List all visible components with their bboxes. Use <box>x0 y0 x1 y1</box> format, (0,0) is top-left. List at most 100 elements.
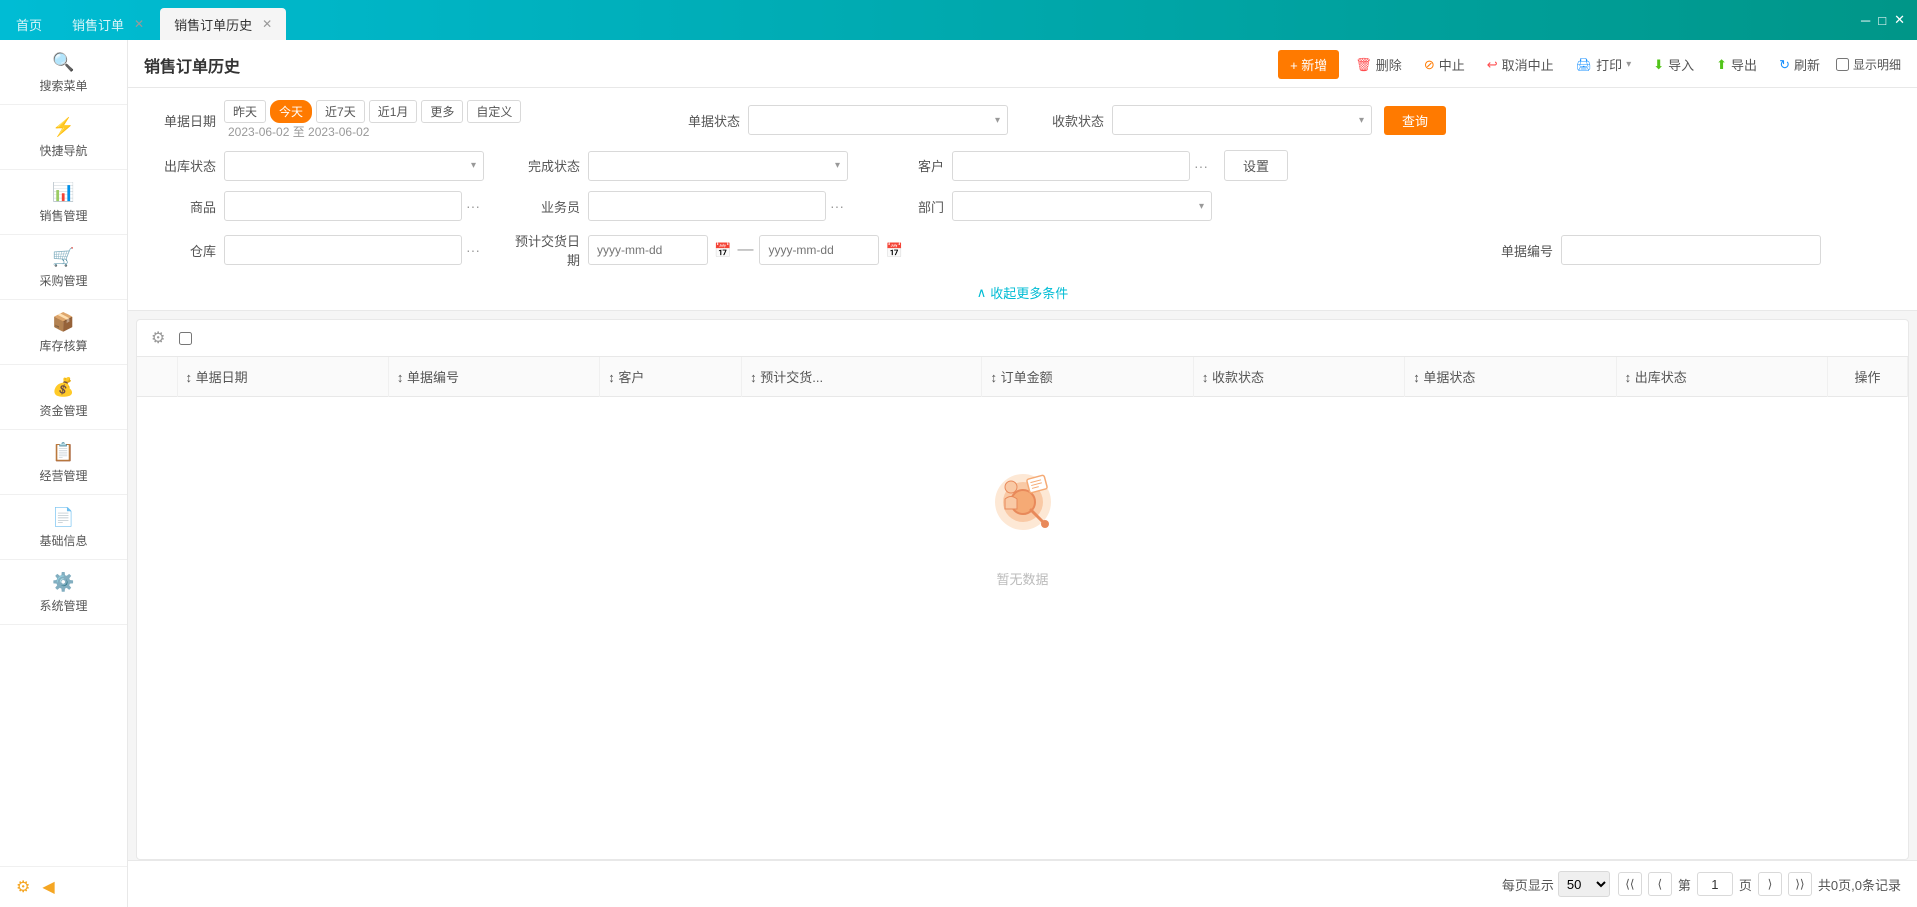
expected-delivery-end-calendar-icon[interactable]: 📅 <box>885 242 902 259</box>
import-button[interactable]: ⬇ 导入 <box>1647 51 1700 78</box>
dept-select[interactable] <box>952 191 1212 221</box>
sidebar-item-quick-nav[interactable]: ⚡ 快捷导航 <box>0 105 127 170</box>
sidebar-collapse-icon[interactable]: ◀ <box>42 877 54 897</box>
bill-number-input[interactable] <box>1561 235 1821 265</box>
tab-sales-order-history-close[interactable]: ✕ <box>262 17 272 31</box>
product-input[interactable] <box>224 191 462 221</box>
warehouse-label: 仓库 <box>144 241 224 260</box>
sidebar-item-sys-mgmt[interactable]: ⚙️ 系统管理 <box>0 560 127 625</box>
warehouse-input[interactable] <box>224 235 462 265</box>
sales-mgmt-icon: 📊 <box>52 182 74 203</box>
sidebar-item-sales-mgmt[interactable]: 📊 销售管理 <box>0 170 127 235</box>
sidebar-item-purchase-mgmt-label: 采购管理 <box>39 272 87 289</box>
bill-status-select[interactable] <box>748 105 1008 135</box>
refresh-button[interactable]: ↻ 刷新 <box>1773 51 1826 78</box>
expected-delivery-date-group: 📅 — 📅 <box>588 235 1457 265</box>
warehouse-input-wrapper: ··· <box>224 235 484 265</box>
tab-sales-order-history[interactable]: 销售订单历史 ✕ <box>160 8 286 40</box>
delete-button[interactable]: 🗑 删除 <box>1349 51 1408 78</box>
stop-label: 中止 <box>1439 55 1465 74</box>
complete-status-select[interactable] <box>588 151 848 181</box>
export-icon: ⬆ <box>1716 57 1727 73</box>
th-payment-status[interactable]: ↕ 收款状态 <box>1193 357 1404 397</box>
display-detail-checkbox[interactable] <box>1836 58 1849 71</box>
delivery-status-select-wrapper: ▾ <box>224 151 484 181</box>
next-page-btn[interactable]: ⟩ <box>1758 872 1782 896</box>
th-bill-number[interactable]: ↕ 单据编号 <box>388 357 599 397</box>
empty-state: 暂无数据 <box>137 397 1908 628</box>
customer-input-wrapper: ··· <box>952 151 1212 181</box>
collapse-row[interactable]: ∧ 收起更多条件 <box>144 279 1901 302</box>
th-order-amount[interactable]: ↕ 订单金额 <box>982 357 1193 397</box>
prev-page-btn[interactable]: ⟨ <box>1648 872 1672 896</box>
expected-delivery-start-input[interactable] <box>588 235 708 265</box>
print-dropdown-icon[interactable]: ▾ <box>1626 59 1631 70</box>
query-button[interactable]: 查询 <box>1384 106 1446 135</box>
cancel-stop-button[interactable]: ↩ 取消中止 <box>1481 51 1560 78</box>
window-close-btn[interactable]: ✕ <box>1894 12 1905 28</box>
data-table: ↕ 单据日期 ↕ 单据编号 ↕ 客户 ↕ 预计交货... ↕ 订单金额 <box>137 357 1908 397</box>
salesman-ellipsis-icon[interactable]: ··· <box>826 198 848 214</box>
sidebar-item-finance[interactable]: 💰 资金管理 <box>0 365 127 430</box>
sidebar-item-purchase-mgmt[interactable]: 🛒 采购管理 <box>0 235 127 300</box>
import-label: 导入 <box>1668 55 1694 74</box>
window-maximize-btn[interactable]: □ <box>1878 13 1886 28</box>
date-filter-group: 昨天 今天 近7天 近1月 更多 自定义 2023-06-02 至 2023-0… <box>224 100 644 140</box>
product-label: 商品 <box>144 197 224 216</box>
th-payment-status-label: ↕ 收款状态 <box>1202 370 1264 385</box>
page-input[interactable] <box>1697 872 1733 896</box>
date-yesterday-btn[interactable]: 昨天 <box>224 100 266 123</box>
select-all-checkbox[interactable] <box>179 332 192 345</box>
customer-input[interactable] <box>952 151 1190 181</box>
settings-button[interactable]: 设置 <box>1224 150 1288 181</box>
dept-select-inner: ▾ <box>952 191 1212 221</box>
bill-status-label: 单据状态 <box>668 111 748 130</box>
date-dash: — <box>737 241 753 259</box>
th-expected-delivery[interactable]: ↕ 预计交货... <box>742 357 982 397</box>
th-delivery-status[interactable]: ↕ 出库状态 <box>1616 357 1827 397</box>
sidebar-item-basic-info[interactable]: 📄 基础信息 <box>0 495 127 560</box>
sidebar-item-search-menu[interactable]: 🔍 搜索菜单 <box>0 40 127 105</box>
window-minimize-btn[interactable]: ─ <box>1861 13 1870 28</box>
warehouse-ellipsis-icon[interactable]: ··· <box>462 242 484 258</box>
print-button[interactable]: 🖨 打印 ▾ <box>1570 51 1638 78</box>
top-bar: 首页 销售订单 ✕ 销售订单历史 ✕ ─ □ ✕ <box>0 0 1917 40</box>
display-detail-checkbox-label[interactable]: 显示明细 <box>1836 56 1901 73</box>
per-page-select[interactable]: 50 10 20 100 <box>1558 871 1610 897</box>
delivery-status-select[interactable] <box>224 151 484 181</box>
sidebar-settings-icon[interactable]: ⚙ <box>16 877 30 897</box>
date-custom-btn[interactable]: 自定义 <box>467 100 521 123</box>
last-page-btn[interactable]: ⟩⟩ <box>1788 872 1812 896</box>
delivery-status-select-inner: ▾ <box>224 151 484 181</box>
page-unit: 页 <box>1739 875 1752 894</box>
tab-home[interactable]: 首页 <box>2 8 56 40</box>
expected-delivery-end-input[interactable] <box>759 235 879 265</box>
first-page-btn[interactable]: ⟨⟨ <box>1618 872 1642 896</box>
expected-delivery-start-calendar-icon[interactable]: 📅 <box>714 242 731 259</box>
dept-select-wrapper: ▾ <box>952 191 1212 221</box>
sidebar-item-business-mgmt[interactable]: 📋 经营管理 <box>0 430 127 495</box>
export-button[interactable]: ⬆ 导出 <box>1710 51 1763 78</box>
date-today-btn[interactable]: 今天 <box>270 100 312 123</box>
sidebar-item-inventory[interactable]: 📦 库存核算 <box>0 300 127 365</box>
stop-button[interactable]: ⊘ 中止 <box>1418 51 1471 78</box>
customer-ellipsis-icon[interactable]: ··· <box>1190 158 1212 174</box>
tab-sales-order[interactable]: 销售订单 ✕ <box>58 8 158 40</box>
th-bill-status[interactable]: ↕ 单据状态 <box>1405 357 1616 397</box>
date-last7-btn[interactable]: 近7天 <box>316 100 365 123</box>
product-ellipsis-icon[interactable]: ··· <box>462 198 484 214</box>
content: 销售订单历史 + 新增 🗑 删除 ⊘ 中止 ↩ 取消中止 🖨 打印 <box>128 40 1917 907</box>
salesman-input[interactable] <box>588 191 826 221</box>
tab-sales-order-close[interactable]: ✕ <box>134 17 144 31</box>
page-nav: ⟨⟨ ⟨ 第 页 ⟩ ⟩⟩ 共0页,0条记录 <box>1618 872 1901 896</box>
page-label: 第 <box>1678 875 1691 894</box>
inventory-icon: 📦 <box>52 312 74 333</box>
th-customer[interactable]: ↕ 客户 <box>600 357 742 397</box>
th-bill-date[interactable]: ↕ 单据日期 <box>177 357 388 397</box>
table-settings-icon[interactable]: ⚙ <box>145 326 171 350</box>
delivery-status-label: 出库状态 <box>144 156 224 175</box>
new-button[interactable]: + 新增 <box>1278 50 1339 79</box>
payment-status-select[interactable] <box>1112 105 1372 135</box>
date-lastmonth-btn[interactable]: 近1月 <box>369 100 418 123</box>
date-more-btn[interactable]: 更多 <box>421 100 463 123</box>
